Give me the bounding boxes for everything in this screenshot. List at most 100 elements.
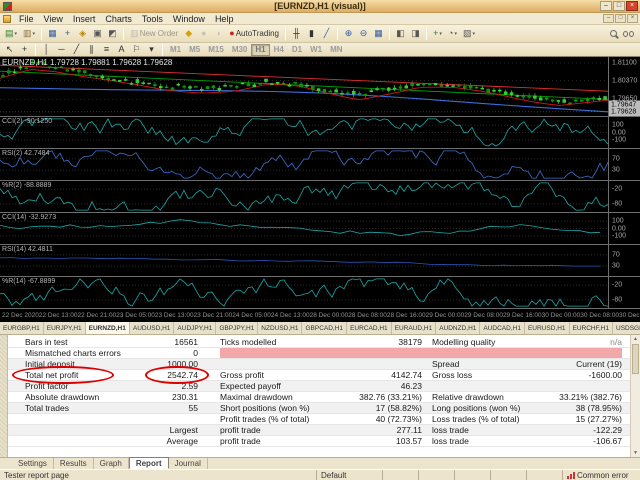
vertical-line-button[interactable]: │ (39, 42, 54, 57)
menu-tools[interactable]: Tools (137, 14, 168, 24)
indicator-canvas[interactable] (0, 213, 608, 244)
report-scrollbar[interactable]: ▲ ▼ (630, 335, 640, 457)
autotrading-button[interactable]: ● AutoTrading (226, 26, 282, 41)
terminal-button[interactable]: ▣ (90, 26, 105, 41)
indicator-label: RSI(2) 42.7484 (2, 150, 50, 157)
new-chart-button[interactable]: ▤ ▾ (2, 26, 20, 41)
chart-tab-gbpjpy[interactable]: GBPJPY,H1 (216, 322, 259, 334)
timeframe-h4[interactable]: H4 (270, 44, 288, 56)
chart-tab-audjpy[interactable]: AUDJPY,H1 (174, 322, 217, 334)
chart-shift-button[interactable]: ◧ (393, 26, 408, 41)
indicator-window-3[interactable]: %R(2) -88.8889 -20 -80 (0, 180, 640, 212)
indicator-window-6[interactable]: %R(14) -67.8899 -20 -80 (0, 276, 640, 308)
zoom-in-button[interactable]: ⊕ (341, 26, 356, 41)
tile-windows-button[interactable]: ▦ (371, 26, 386, 41)
shapes-dropdown-button[interactable]: ▾ (144, 42, 159, 57)
bar-chart-button[interactable]: ╫ (289, 26, 304, 41)
chart-tab-audnzd[interactable]: AUDNZD,H1 (436, 322, 481, 334)
expert-advisors-button[interactable]: ◆ (181, 26, 196, 41)
menu-view[interactable]: View (39, 14, 68, 24)
chart-tab-eurgbp[interactable]: EURGBP,H1 (0, 322, 44, 334)
timeframe-d1[interactable]: D1 (288, 44, 306, 56)
text-button[interactable]: A (114, 42, 129, 57)
mdi-minimize-button[interactable]: – (603, 14, 614, 23)
scrollbar-thumb[interactable] (632, 344, 639, 374)
mdi-close-button[interactable]: × (627, 14, 638, 23)
chart-tab-audcad[interactable]: AUDCAD,H1 (480, 322, 525, 334)
market-watch-button[interactable]: ▦ (45, 26, 60, 41)
trendline-icon: ╱ (73, 44, 80, 54)
indicator-window-4[interactable]: CCI(14) -32.9273 100 0.00 -100 (0, 212, 640, 244)
menu-window[interactable]: Window (168, 14, 210, 24)
menu-insert[interactable]: Insert (68, 14, 101, 24)
tester-panel-grip[interactable] (0, 335, 8, 457)
mdi-restore-button[interactable]: □ (615, 14, 626, 23)
chart-tab-gbpcad[interactable]: GBPCAD,H1 (302, 322, 348, 334)
timeframe-m1[interactable]: M1 (166, 44, 185, 56)
fibonacci-button[interactable]: ≡ (99, 42, 114, 57)
report-value: 16561 (174, 337, 198, 347)
tester-tab-journal[interactable]: Journal (169, 458, 208, 469)
indicator-window-1[interactable]: CCI(2) -90.1250 100 0.00 -100 (0, 116, 640, 148)
find-symbol-icon[interactable] (623, 30, 634, 37)
indicator-canvas[interactable] (0, 117, 608, 148)
data-window-button[interactable]: + (60, 26, 75, 41)
connection-status[interactable]: Common error (562, 469, 640, 480)
timeframe-m30[interactable]: M30 (228, 44, 252, 56)
crosshair-button[interactable]: + (17, 42, 32, 57)
strategy-tester-button[interactable]: ◩ (105, 26, 120, 41)
indicator-window-5[interactable]: RSI(14) 42.4811 70 30 (0, 244, 640, 276)
cursor-button[interactable]: ↖ (2, 42, 17, 57)
chart-tab-eurchf[interactable]: EURCHF,H1 (570, 322, 613, 334)
profiles-button[interactable]: ▥ ▾ (20, 26, 38, 41)
menu-charts[interactable]: Charts (100, 14, 137, 24)
chart-tab-eurjpy[interactable]: EURJPY,H1 (44, 322, 86, 334)
zoom-out-button[interactable]: ⊖ (356, 26, 371, 41)
trendline-button[interactable]: ╱ (69, 42, 84, 57)
scroll-up-icon[interactable]: ▲ (631, 336, 640, 342)
menu-file[interactable]: File (14, 14, 39, 24)
line-chart-button[interactable]: ╱ (319, 26, 334, 41)
indicator-canvas[interactable] (0, 149, 608, 180)
tester-tab-report[interactable]: Report (128, 457, 169, 469)
auto-scroll-button[interactable]: ◨ (408, 26, 423, 41)
timeframe-m15[interactable]: M15 (204, 44, 228, 56)
chart-tab-eurcad[interactable]: EURCAD,H1 (347, 322, 392, 334)
chart-tab-eurnzd[interactable]: EURNZD,H1 (85, 322, 130, 334)
arrows-tool-button[interactable]: ⚐ (129, 42, 144, 57)
support-button[interactable]: ◗ (211, 26, 226, 41)
menu-help[interactable]: Help (210, 14, 239, 24)
navigator-button[interactable]: ◈ (75, 26, 90, 41)
templates-button[interactable]: ▧ ▾ (460, 26, 478, 41)
tester-tab-graph[interactable]: Graph (94, 458, 129, 469)
close-button[interactable]: × (626, 1, 638, 11)
indicator-canvas[interactable] (0, 277, 608, 308)
chart-tab-euraud[interactable]: EURAUD,H1 (392, 322, 437, 334)
chart-tab-usdsgd[interactable]: USDSGD,H1 (613, 322, 640, 334)
indicator-canvas[interactable] (0, 181, 608, 212)
timeframe-mn[interactable]: MN (326, 44, 346, 56)
open-account-button[interactable]: ● (196, 26, 211, 41)
timeframe-h1[interactable]: H1 (251, 43, 270, 56)
status-profile[interactable]: Default (316, 469, 382, 480)
tester-tab-settings[interactable]: Settings (12, 458, 54, 469)
chart-tab-audusd[interactable]: AUDUSD,H1 (130, 322, 175, 334)
indicator-window-2[interactable]: RSI(2) 42.7484 70 30 (0, 148, 640, 180)
indicator-canvas[interactable] (0, 245, 608, 276)
candlestick-chart-button[interactable]: ▮ (304, 26, 319, 41)
search-icon[interactable] (610, 30, 617, 37)
timeframe-m5[interactable]: M5 (185, 44, 204, 56)
tester-tab-results[interactable]: Results (54, 458, 94, 469)
restore-button[interactable]: □ (613, 1, 625, 11)
chart-tab-eurusd[interactable]: EURUSD,H1 (525, 322, 570, 334)
periods-button[interactable]: ◔ ▾ (445, 26, 460, 41)
indicators-button[interactable]: + ▾ (430, 26, 445, 41)
scroll-down-icon[interactable]: ▼ (631, 450, 640, 456)
channel-button[interactable]: ∥ (84, 42, 99, 57)
minimize-button[interactable]: – (600, 1, 612, 11)
main-chart-window[interactable]: EURNZD,H1 1.79728 1.79881 1.79628 1.7962… (0, 57, 640, 117)
horizontal-line-button[interactable]: ─ (54, 42, 69, 57)
chart-tab-nzdusd[interactable]: NZDUSD,H1 (258, 322, 303, 334)
timeframe-w1[interactable]: W1 (306, 44, 326, 56)
new-order-button[interactable]: ▥ New Order (127, 26, 181, 41)
